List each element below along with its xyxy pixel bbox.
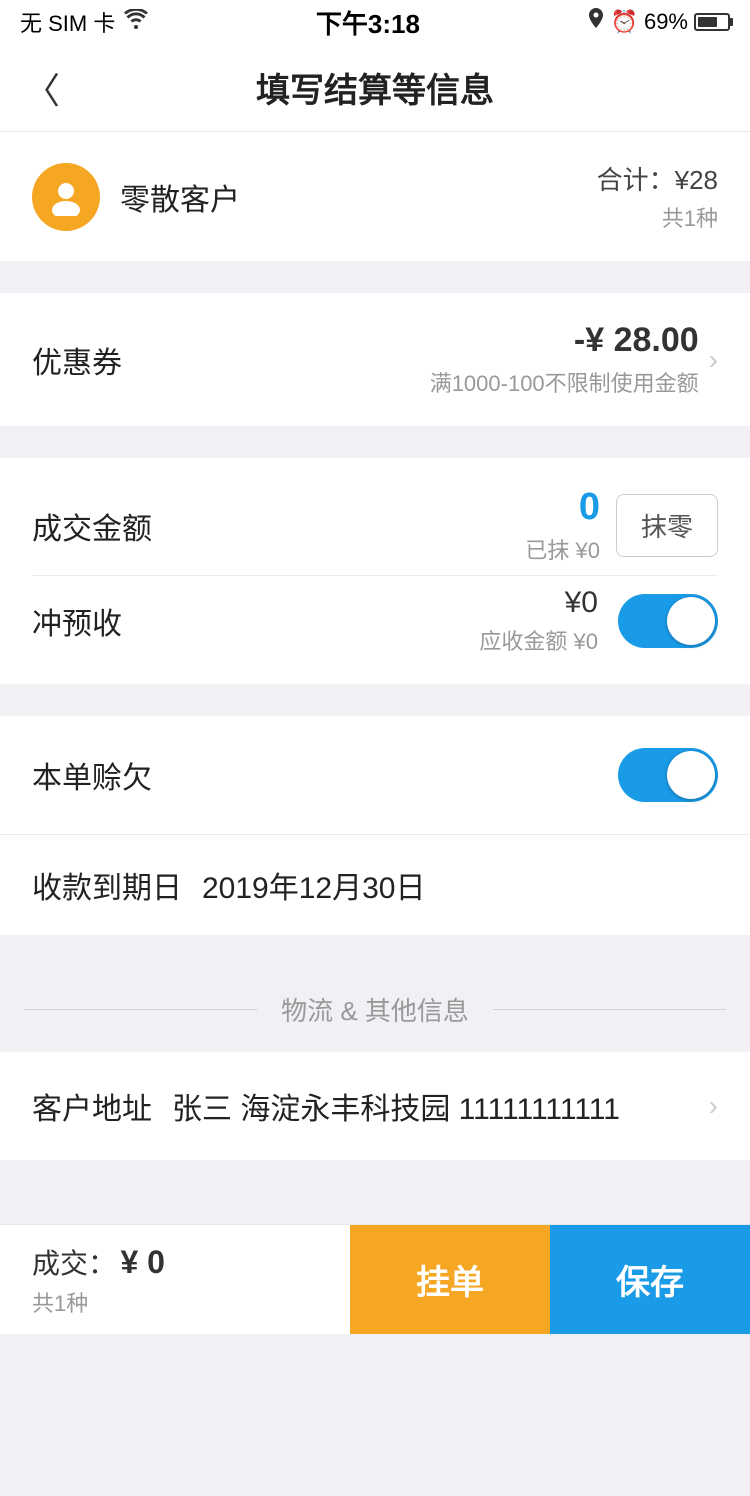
bottom-deal-label: 成交： [32, 1248, 116, 1279]
battery-icon [694, 13, 730, 31]
total-count: 共1种 [597, 201, 718, 233]
prepay-toggle[interactable] [618, 594, 718, 648]
logistics-line-right [493, 1009, 726, 1010]
due-date-value: 2019年12月30日 [202, 863, 425, 907]
status-time: 下午3:18 [316, 4, 420, 41]
wifi-icon [123, 9, 149, 35]
due-label: 收款到期日 [32, 863, 182, 907]
status-left: 无 SIM 卡 [20, 6, 149, 38]
divider-4 [0, 951, 750, 967]
logistics-header: 物流 & 其他信息 [0, 967, 750, 1052]
save-button[interactable]: 保存 [550, 1225, 750, 1334]
address-label: 客户地址 [32, 1084, 172, 1128]
amount-row: 成交金额 0 已抹 ¥0 抹零 [0, 458, 750, 575]
customer-name: 零散客户 [120, 175, 240, 219]
address-chevron-icon: › [709, 1090, 718, 1122]
transaction-card: 成交金额 0 已抹 ¥0 抹零 冲预收 ¥0 应收金额 ¥0 [0, 458, 750, 684]
erased-label: 已抹 ¥0 [525, 533, 600, 565]
address-row[interactable]: 客户地址 张三 海淀永丰科技园 11111111111 › [0, 1052, 750, 1160]
customer-row: 零散客户 合计：¥28 共1种 [0, 132, 750, 261]
amount-right: 0 已抹 ¥0 抹零 [525, 486, 718, 565]
address-value: 张三 海淀永丰科技园 11111111111 [172, 1084, 699, 1128]
alarm-icon: ⏰ [611, 9, 638, 35]
prepay-label: 冲预收 [32, 599, 122, 643]
total-amount: 合计：¥28 [597, 160, 718, 197]
prepay-right: ¥0 应收金额 ¥0 [479, 586, 718, 656]
page-title: 填写结算等信息 [256, 63, 494, 112]
debt-card: 本单赊欠 收款到期日 2019年12月30日 [0, 716, 750, 935]
debt-toggle-thumb [667, 751, 715, 799]
amount-block: 0 已抹 ¥0 [525, 486, 600, 565]
debt-label: 本单赊欠 [32, 753, 152, 797]
bottom-summary: 成交： ¥ 0 共1种 [0, 1225, 350, 1334]
coupon-card[interactable]: 优惠券 -¥ 28.00 满1000-100不限制使用金额 › [0, 293, 750, 426]
logistics-label: 物流 & 其他信息 [281, 991, 469, 1028]
coupon-details: -¥ 28.00 满1000-100不限制使用金额 [430, 321, 699, 398]
bottom-deal-row: 成交： ¥ 0 [32, 1242, 350, 1282]
avatar [32, 163, 100, 231]
bottom-deal-amount: ¥ 0 [120, 1244, 164, 1280]
round-button[interactable]: 抹零 [616, 494, 718, 557]
prepay-amounts: ¥0 应收金额 ¥0 [479, 586, 598, 656]
customer-left: 零散客户 [32, 163, 240, 231]
divider-3 [0, 700, 750, 716]
location-icon [587, 8, 605, 36]
debt-toggle[interactable] [618, 748, 718, 802]
customer-card: 零散客户 合计：¥28 共1种 [0, 132, 750, 261]
coupon-label: 优惠券 [32, 338, 122, 382]
coupon-row[interactable]: 优惠券 -¥ 28.00 满1000-100不限制使用金额 › [0, 293, 750, 426]
bottom-bar: 成交： ¥ 0 共1种 挂单 保存 [0, 1224, 750, 1334]
nav-bar: 〈 填写结算等信息 [0, 44, 750, 132]
toggle-thumb [667, 597, 715, 645]
divider-2 [0, 442, 750, 458]
battery-percent: 69% [644, 9, 688, 35]
prepay-main-amount: ¥0 [479, 586, 598, 620]
prepay-sub-amount: 应收金额 ¥0 [479, 624, 598, 656]
bottom-count: 共1种 [32, 1286, 350, 1318]
due-row: 收款到期日 2019年12月30日 [0, 834, 750, 935]
prepay-row: 冲预收 ¥0 应收金额 ¥0 [0, 576, 750, 684]
coupon-chevron-icon: › [709, 344, 718, 376]
status-right: ⏰ 69% [587, 8, 730, 36]
address-card[interactable]: 客户地址 张三 海淀永丰科技园 11111111111 › [0, 1052, 750, 1160]
coupon-description: 满1000-100不限制使用金额 [430, 366, 699, 398]
hangup-button[interactable]: 挂单 [350, 1225, 550, 1334]
back-button[interactable]: 〈 [24, 62, 60, 114]
status-bar: 无 SIM 卡 下午3:18 ⏰ 69% [0, 0, 750, 44]
coupon-right: -¥ 28.00 满1000-100不限制使用金额 › [430, 321, 718, 398]
coupon-discount: -¥ 28.00 [430, 321, 699, 360]
logistics-line-left [24, 1009, 257, 1010]
divider-1 [0, 277, 750, 293]
customer-totals: 合计：¥28 共1种 [597, 160, 718, 233]
no-sim-text: 无 SIM 卡 [20, 6, 115, 38]
transaction-label: 成交金额 [32, 504, 152, 548]
transaction-amount: 0 [579, 486, 600, 529]
debt-row: 本单赊欠 [0, 716, 750, 834]
